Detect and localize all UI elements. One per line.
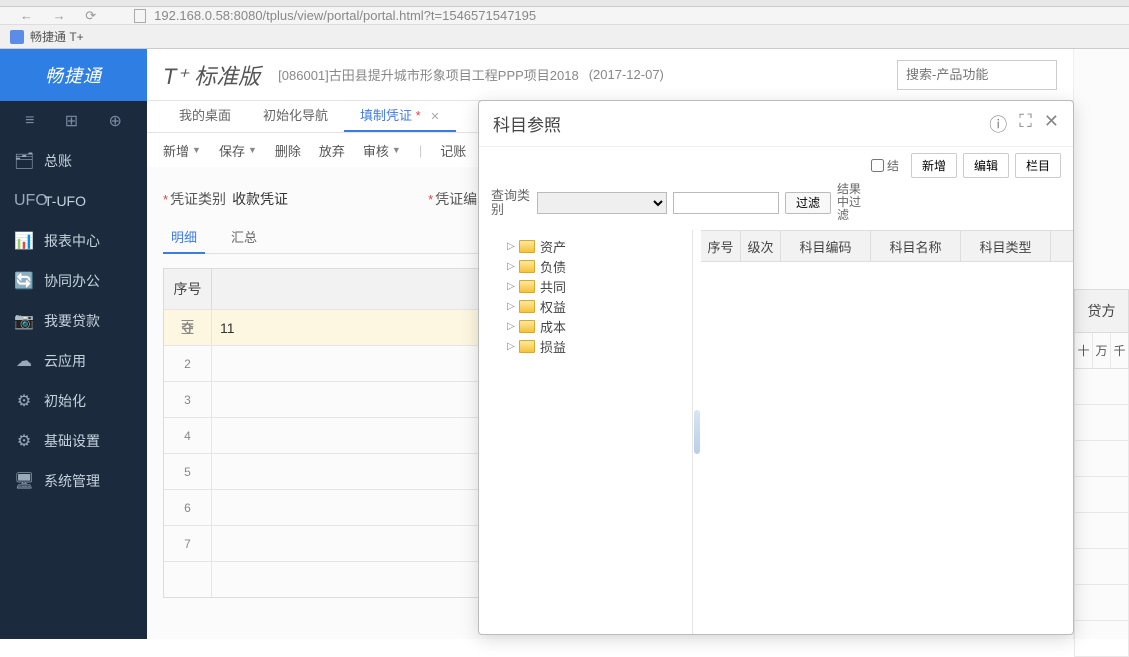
browser-tab-title: 畅捷通 T+ — [30, 25, 84, 49]
tab-voucher[interactable]: 填制凭证 * ✕ — [344, 100, 456, 132]
page-icon — [134, 9, 146, 23]
expand-icon[interactable]: ▷ — [507, 301, 515, 312]
tree-item[interactable]: ▷成本 — [483, 316, 688, 336]
dirty-star: * — [412, 108, 421, 123]
voucher-type-value[interactable]: 收款凭证 — [232, 189, 288, 209]
col-name: 科目名称 — [871, 231, 961, 261]
ufo-icon: UFO — [14, 192, 34, 210]
col-code: 科目编码 — [781, 231, 871, 261]
init-icon: ⚙ — [14, 391, 34, 411]
tree-item[interactable]: ▷损益 — [483, 336, 688, 356]
sidebar-item-cloud[interactable]: ☁云应用 — [0, 341, 147, 381]
subtab-detail[interactable]: 明细 — [163, 221, 205, 254]
sidebar-item-ledger[interactable]: 🗂总账 — [0, 141, 147, 181]
folder-icon — [519, 280, 535, 293]
url-text: 192.168.0.58:8080/tplus/view/portal/port… — [154, 7, 536, 25]
help-icon[interactable]: ⓘ — [989, 111, 1007, 137]
url-bar: ← → ⟳ 192.168.0.58:8080/tplus/view/porta… — [0, 7, 1129, 25]
close-icon[interactable]: ✕ — [1044, 111, 1059, 137]
col-level: 级次 — [741, 231, 781, 261]
sys-icon: 🖥 — [14, 471, 34, 491]
context-date: (2017-12-07) — [589, 67, 664, 82]
delete-button[interactable]: 删除 — [275, 141, 301, 160]
modal-filter: 查询类别 过滤 结果中过滤 — [479, 183, 1073, 230]
new-button[interactable]: 新增▼ — [163, 141, 201, 160]
expand-icon[interactable]: ▷ — [507, 341, 515, 352]
collab-icon: 🔄 — [14, 271, 34, 291]
folder-icon — [519, 240, 535, 253]
filter-category-select[interactable] — [537, 192, 667, 214]
sidebar-item-loan[interactable]: 📷我要贷款 — [0, 301, 147, 341]
folder-icon — [519, 340, 535, 353]
book-button[interactable]: 记账 — [440, 141, 466, 160]
sidebar-toolbar: ≡ ⊞ ⊕ — [0, 101, 147, 141]
sidebar-item-init[interactable]: ⚙初始化 — [0, 381, 147, 421]
tree-item[interactable]: ▷权益 — [483, 296, 688, 316]
modal-new-button[interactable]: 新增 — [911, 153, 957, 178]
base-icon: ⚙ — [14, 431, 34, 451]
tree-item[interactable]: ▷共同 — [483, 276, 688, 296]
folder-icon — [519, 320, 535, 333]
filter-label: 查询类别 — [491, 189, 531, 217]
nav-icons[interactable]: ← → ⟳ — [20, 7, 104, 25]
voucher-type-label: 凭证类别 — [170, 189, 226, 209]
add-icon[interactable]: ⊕ — [108, 111, 121, 131]
result-filter-checkbox[interactable]: 结 — [871, 157, 899, 174]
tree-item[interactable]: ▷资产 — [483, 236, 688, 256]
product-name: T⁺ 标准版 — [163, 59, 260, 91]
splitter[interactable] — [693, 230, 701, 634]
folder-icon — [519, 300, 535, 313]
col-seq: 序号 — [701, 231, 741, 261]
col-credit: 贷方 — [1074, 289, 1129, 333]
credit-column: 贷方 十 万 千 — [1073, 49, 1129, 639]
filter-keyword-input[interactable] — [673, 192, 779, 214]
browser-tab[interactable]: 畅捷通 T+ — [0, 25, 1129, 49]
sidebar-item-ufo[interactable]: UFOT-UFO — [0, 181, 147, 221]
ledger-icon: 🗂 — [14, 151, 34, 171]
filter-button[interactable]: 过滤 — [785, 192, 831, 214]
company-name: [086001]古田县提升城市形象项目工程PPP项目2018 — [278, 65, 579, 84]
modal-edit-button[interactable]: 编辑 — [963, 153, 1009, 178]
save-button[interactable]: 保存▼ — [219, 141, 257, 160]
tab-init[interactable]: 初始化导航 — [247, 100, 344, 132]
sidebar-item-sys[interactable]: 🖥系统管理 — [0, 461, 147, 501]
expand-icon[interactable]: ▷ — [507, 321, 515, 332]
close-icon[interactable]: ✕ — [430, 111, 439, 123]
subject-tree: ▷资产▷负债▷共同▷权益▷成本▷损益 — [479, 230, 693, 634]
tree-item[interactable]: ▷负债 — [483, 256, 688, 276]
discard-button[interactable]: 放弃 — [319, 141, 345, 160]
col-type: 科目类型 — [961, 231, 1051, 261]
topbar: T⁺ 标准版 [086001]古田县提升城市形象项目工程PPP项目2018 (2… — [147, 49, 1073, 101]
menu-icon[interactable]: ≡ — [25, 112, 34, 130]
expand-icon[interactable]: ▷ — [507, 281, 515, 292]
cloud-icon: ☁ — [14, 351, 34, 371]
sidebar-item-base[interactable]: ⚙基础设置 — [0, 421, 147, 461]
search-input[interactable] — [897, 60, 1057, 90]
maximize-icon[interactable]: ⛶ — [1019, 111, 1032, 137]
modal-columns-button[interactable]: 栏目 — [1015, 153, 1061, 178]
col-seq: 序号 — [164, 269, 212, 309]
apps-icon[interactable]: ⊞ — [65, 111, 78, 131]
results-table: 序号 级次 科目编码 科目名称 科目类型 — [701, 230, 1073, 634]
sidebar-item-collab[interactable]: 🔄协同办公 — [0, 261, 147, 301]
audit-button[interactable]: 审核▼ — [363, 141, 401, 160]
favicon — [10, 30, 24, 44]
subtab-summary[interactable]: 汇总 — [223, 221, 265, 253]
required-star: * — [163, 192, 168, 207]
expand-icon[interactable]: ▷ — [507, 261, 515, 272]
report-icon: 📊 — [14, 231, 34, 251]
sidebar-item-report[interactable]: 📊报表中心 — [0, 221, 147, 261]
logo[interactable]: 畅捷通 — [0, 49, 147, 101]
tab-desktop[interactable]: 我的桌面 — [163, 100, 247, 132]
modal-title: 科目参照 — [493, 111, 989, 136]
expand-icon[interactable]: ▷ — [507, 241, 515, 252]
modal-toolbar: 结 新增 编辑 栏目 — [479, 147, 1073, 183]
sidebar: 畅捷通 ≡ ⊞ ⊕ 🗂总账UFOT-UFO📊报表中心🔄协同办公📷我要贷款☁云应用… — [0, 49, 147, 639]
subject-lookup-modal: 科目参照 ⓘ ⛶ ✕ 结 新增 编辑 栏目 查询类别 过滤 结果中过滤 ▷资产▷… — [478, 100, 1074, 635]
result-filter-label: 结果中过滤 — [837, 183, 867, 222]
folder-icon — [519, 260, 535, 273]
loan-icon: 📷 — [14, 311, 34, 331]
